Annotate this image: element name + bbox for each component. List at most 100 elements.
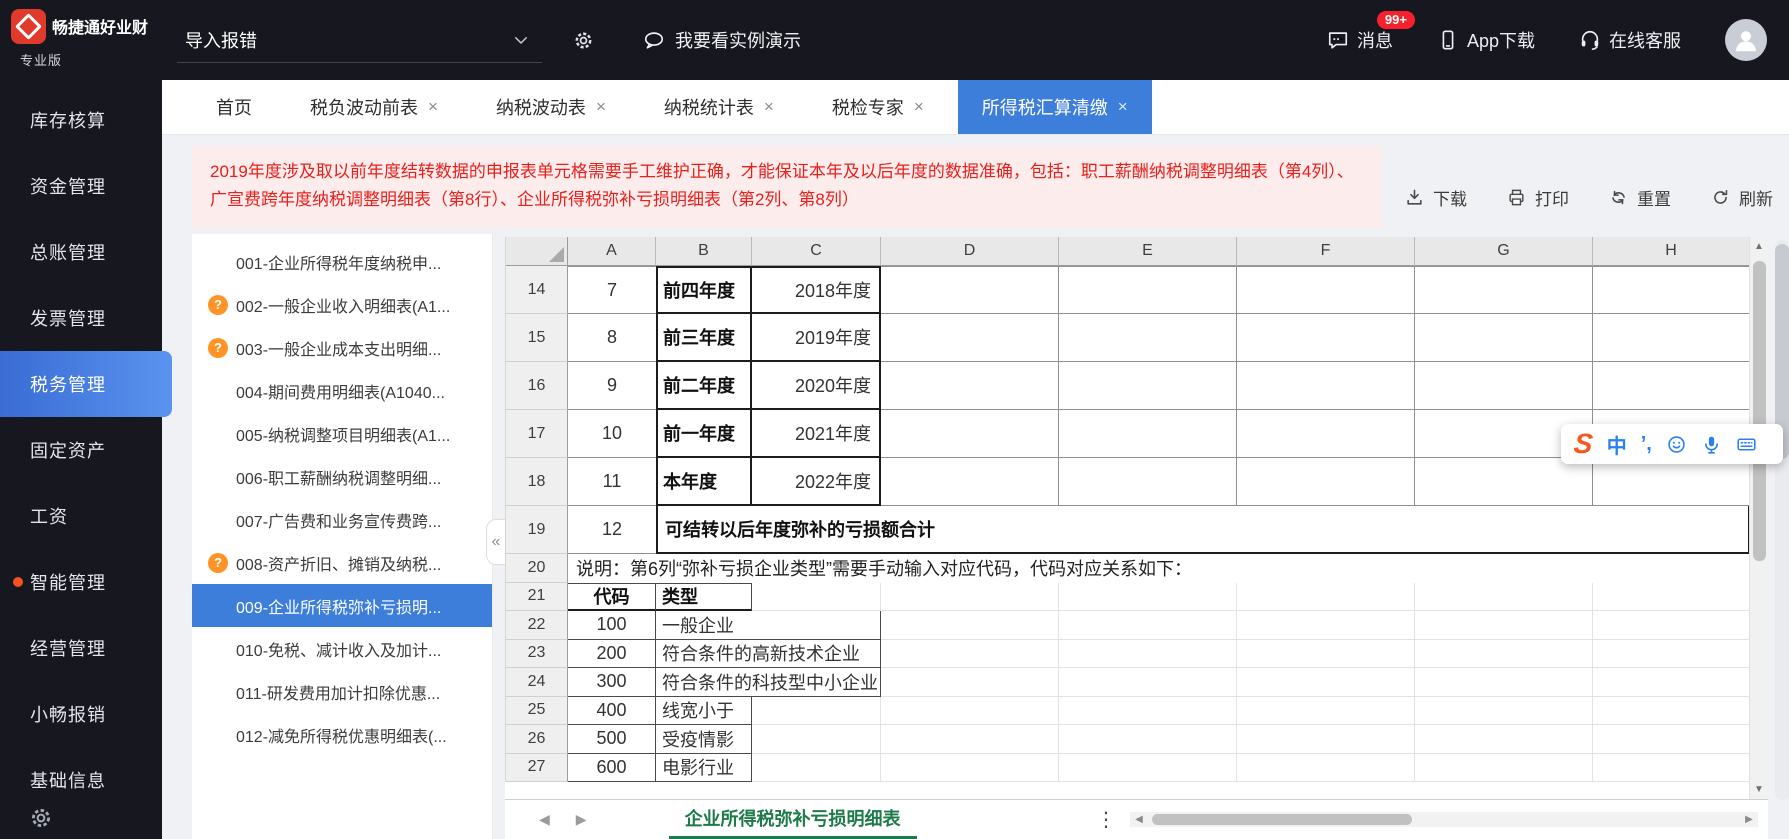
vertical-scroll-thumb[interactable] bbox=[1753, 261, 1766, 561]
row-number[interactable]: 24 bbox=[506, 668, 568, 697]
list-item[interactable]: 009-企业所得税弥补亏损明... bbox=[192, 584, 492, 627]
type-cell[interactable]: 电影行业 bbox=[656, 753, 752, 782]
row-number[interactable]: 17 bbox=[506, 410, 568, 458]
type-cell[interactable]: 受疫情影 bbox=[656, 725, 752, 754]
type-cell[interactable]: 符合条件的高新技术企业 bbox=[656, 639, 881, 668]
cell-empty[interactable] bbox=[881, 725, 1059, 754]
cell-c[interactable]: 2021年度 bbox=[752, 410, 881, 458]
row-number[interactable]: 23 bbox=[506, 639, 568, 668]
cell-empty[interactable] bbox=[1059, 314, 1237, 362]
cell-empty[interactable] bbox=[1593, 458, 1750, 506]
cell-empty[interactable] bbox=[1237, 668, 1415, 697]
code-cell[interactable]: 500 bbox=[568, 725, 656, 754]
window-scrollbar[interactable] bbox=[1775, 240, 1789, 800]
sidebar-item[interactable]: 税务管理 bbox=[0, 351, 172, 417]
下载-button[interactable]: 下载 bbox=[1405, 185, 1467, 210]
keyboard-icon[interactable] bbox=[1736, 434, 1757, 455]
ime-language-toggle[interactable]: 中 bbox=[1607, 430, 1627, 459]
type-cell[interactable]: 类型 bbox=[656, 582, 752, 611]
demo-link[interactable]: 我要看实例演示 bbox=[643, 27, 801, 53]
type-cell[interactable]: 符合条件的科技型中小企业 bbox=[656, 668, 881, 697]
help-icon[interactable]: ? bbox=[208, 552, 228, 573]
column-header[interactable]: D bbox=[881, 237, 1059, 266]
row-number[interactable]: 16 bbox=[506, 362, 568, 410]
sidebar-item[interactable]: 工资 bbox=[0, 483, 162, 549]
collapse-panel-handle[interactable]: « bbox=[486, 519, 505, 565]
cell-empty[interactable] bbox=[1237, 458, 1415, 506]
column-header[interactable]: B bbox=[656, 237, 752, 266]
row-number[interactable]: 20 bbox=[506, 554, 568, 583]
row-number[interactable]: 21 bbox=[506, 582, 568, 611]
prev-sheet-icon[interactable]: ◀ bbox=[539, 811, 550, 828]
cell-empty[interactable] bbox=[1059, 410, 1237, 458]
sidebar-item[interactable]: 基础信息 bbox=[0, 747, 162, 813]
sidebar-settings-gear-icon[interactable] bbox=[28, 805, 54, 831]
row-number[interactable]: 27 bbox=[506, 753, 568, 782]
cell-empty[interactable] bbox=[1593, 362, 1750, 410]
list-item[interactable]: ? 003-一般企业成本支出明细... bbox=[192, 326, 492, 369]
sidebar-item[interactable]: 发票管理 bbox=[0, 285, 162, 351]
cell-empty[interactable] bbox=[1059, 725, 1237, 754]
sidebar-item[interactable]: 智能管理 bbox=[0, 549, 162, 615]
sidebar-item[interactable]: 经营管理 bbox=[0, 615, 162, 681]
close-icon[interactable]: × bbox=[764, 97, 774, 117]
list-item[interactable]: 006-职工薪酬纳税调整明细... bbox=[192, 455, 492, 498]
sheet-tab[interactable]: 企业所得税弥补亏损明细表 bbox=[668, 800, 917, 839]
cell-empty[interactable] bbox=[1593, 611, 1750, 640]
tab-税负波动前表[interactable]: 税负波动前表 × bbox=[286, 80, 462, 134]
cell-empty[interactable] bbox=[1237, 753, 1415, 782]
close-icon[interactable]: × bbox=[914, 97, 924, 117]
note-cell[interactable]: 说明：第6列“弥补亏损企业类型”需要手动输入对应代码，代码对应关系如下： bbox=[568, 554, 1750, 583]
cell-empty[interactable] bbox=[1059, 696, 1237, 725]
row-number[interactable]: 22 bbox=[506, 611, 568, 640]
sogou-logo-icon[interactable]: S bbox=[1572, 428, 1594, 460]
cell-empty[interactable] bbox=[1237, 314, 1415, 362]
list-item[interactable]: ? 008-资产折旧、摊销及纳税... bbox=[192, 541, 492, 584]
cell-empty[interactable] bbox=[1237, 639, 1415, 668]
close-icon[interactable]: × bbox=[596, 97, 606, 117]
重置-button[interactable]: 重置 bbox=[1609, 185, 1671, 210]
cell-c[interactable]: 2022年度 bbox=[752, 458, 881, 506]
cell-b[interactable]: 前三年度 bbox=[656, 314, 752, 362]
row-number[interactable]: 18 bbox=[506, 458, 568, 506]
user-avatar[interactable] bbox=[1725, 19, 1767, 61]
cell-empty[interactable] bbox=[1059, 582, 1237, 611]
cell-empty[interactable] bbox=[881, 582, 1059, 611]
row-number[interactable]: 26 bbox=[506, 725, 568, 754]
scroll-left-icon[interactable]: ◀ bbox=[1130, 814, 1148, 825]
column-header[interactable]: C bbox=[752, 237, 881, 266]
cell-c[interactable]: 2019年度 bbox=[752, 314, 881, 362]
list-item[interactable]: 005-纳税调整项目明细表(A1... bbox=[192, 412, 492, 455]
cell-empty[interactable] bbox=[881, 668, 1059, 697]
cell-empty[interactable] bbox=[1593, 696, 1750, 725]
cell-empty[interactable] bbox=[1059, 639, 1237, 668]
code-cell[interactable]: 100 bbox=[568, 611, 656, 640]
topbar-gear-icon[interactable] bbox=[572, 29, 595, 52]
horizontal-scroll-thumb[interactable] bbox=[1152, 814, 1412, 825]
type-cell[interactable]: 一般企业 bbox=[656, 611, 881, 640]
cell-b[interactable]: 前二年度 bbox=[656, 362, 752, 410]
ime-punctuation-toggle[interactable]: ’, bbox=[1641, 433, 1652, 456]
cell-empty[interactable] bbox=[752, 696, 881, 725]
sidebar-item[interactable]: 总账管理 bbox=[0, 219, 162, 285]
list-item[interactable]: 004-期间费用明细表(A1040... bbox=[192, 369, 492, 412]
cell-b[interactable]: 前四年度 bbox=[656, 266, 752, 314]
cell-empty[interactable] bbox=[1415, 753, 1593, 782]
cell-empty[interactable] bbox=[752, 582, 881, 611]
cell-empty[interactable] bbox=[1593, 753, 1750, 782]
cell-empty[interactable] bbox=[1237, 410, 1415, 458]
import-error-dropdown[interactable]: 导入报错 bbox=[177, 17, 542, 63]
tab-税检专家[interactable]: 税检专家 × bbox=[808, 80, 948, 134]
sidebar-item[interactable]: 小畅报销 bbox=[0, 681, 162, 747]
打印-button[interactable]: 打印 bbox=[1507, 185, 1569, 210]
cell-a[interactable]: 8 bbox=[568, 314, 656, 362]
cell-empty[interactable] bbox=[1415, 611, 1593, 640]
cell-empty[interactable] bbox=[1593, 639, 1750, 668]
code-cell[interactable]: 代码 bbox=[568, 582, 656, 611]
sidebar-item[interactable]: 资金管理 bbox=[0, 153, 162, 219]
cell-empty[interactable] bbox=[881, 639, 1059, 668]
mic-icon[interactable] bbox=[1701, 434, 1722, 455]
scroll-down-icon[interactable]: ▼ bbox=[1750, 780, 1768, 799]
next-sheet-icon[interactable]: ▶ bbox=[576, 811, 587, 828]
code-cell[interactable]: 300 bbox=[568, 668, 656, 697]
